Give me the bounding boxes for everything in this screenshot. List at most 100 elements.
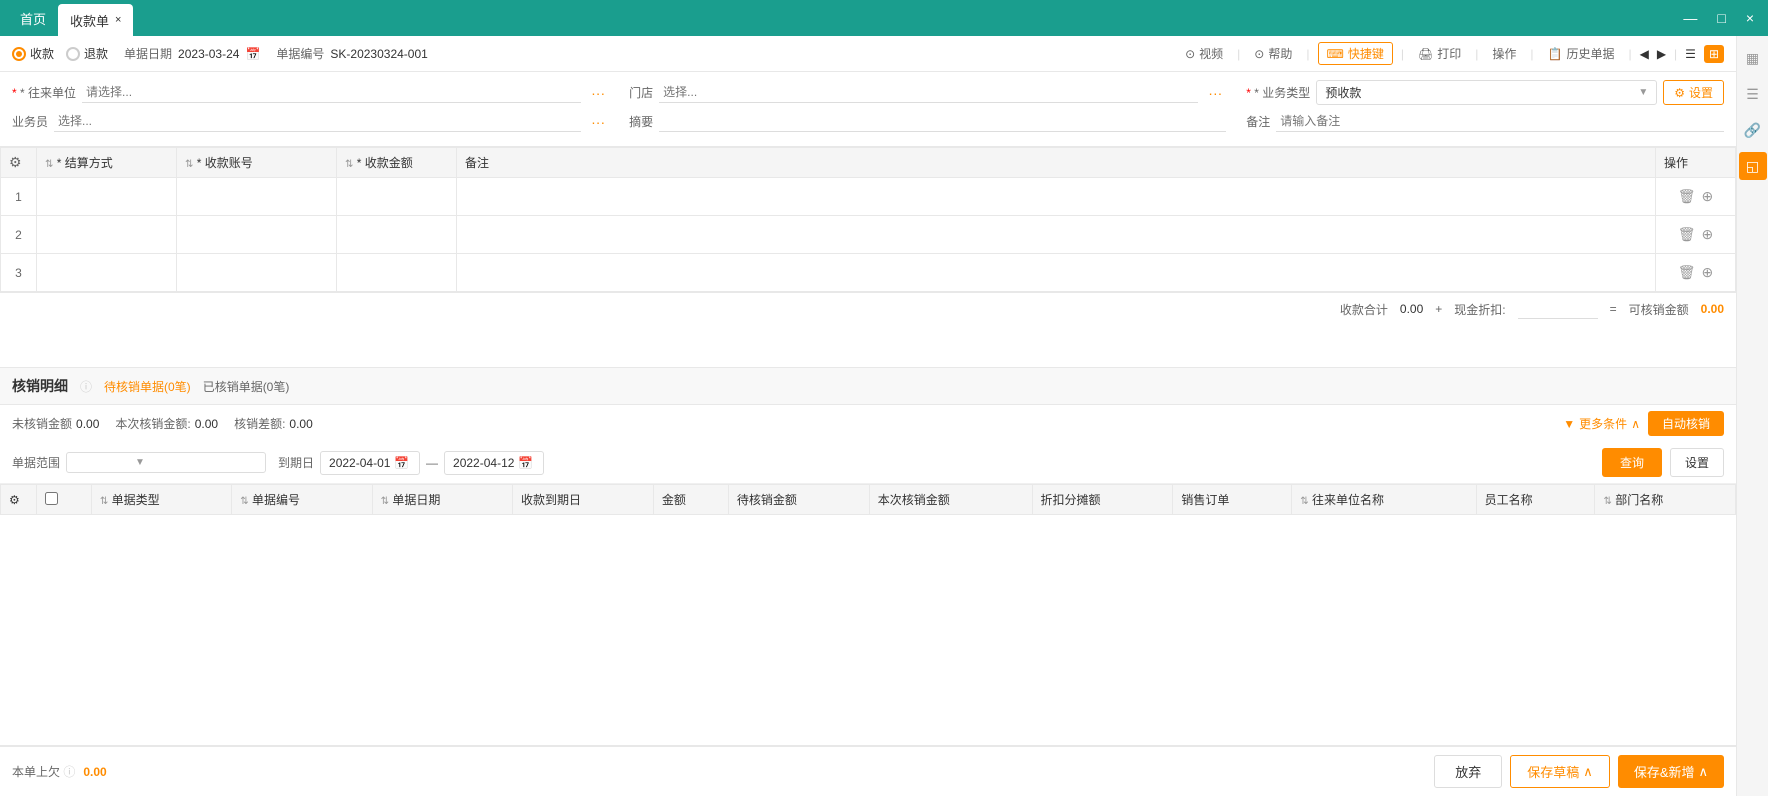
diff-field: 核销差额: 0.00 xyxy=(234,415,313,432)
biz-type-select[interactable]: 预收款 ▼ xyxy=(1316,80,1657,105)
counterparty-more-btn[interactable]: ··· xyxy=(587,85,609,101)
counterparty-field: * * 往来单位 ··· xyxy=(12,82,609,103)
remark-input[interactable] xyxy=(1276,111,1724,132)
date-from-input[interactable]: 2022-04-01 📅 xyxy=(320,451,420,475)
row-note-2[interactable] xyxy=(457,216,1656,254)
receipt-table: ⚙ ⇅ * 结算方式 ⇅ * 收款账号 ⇅ * 收款金额 xyxy=(0,147,1736,292)
nav-left-icon[interactable]: ◀ xyxy=(1640,47,1649,61)
th-due-date: 收款到期日 xyxy=(512,485,653,515)
delete-icon-1[interactable]: 🗑 xyxy=(1678,188,1696,205)
receipt-table-area: ⚙ ⇅ * 结算方式 ⇅ * 收款账号 ⇅ * 收款金额 xyxy=(0,147,1736,367)
verification-header: 核销明细 ⓘ 待核销单据(0笔) 已核销单据(0笔) xyxy=(0,367,1736,405)
table-row: 2 🗑 ⊕ xyxy=(1,216,1736,254)
set-btn[interactable]: 设置 xyxy=(1670,448,1724,477)
row-amount-3[interactable] xyxy=(337,254,457,292)
sidebar-icon-1[interactable]: ▦ xyxy=(1739,44,1767,72)
tab-home[interactable]: 首页 xyxy=(8,0,58,36)
date-to-input[interactable]: 2022-04-12 📅 xyxy=(444,451,544,475)
row-settle-2[interactable] xyxy=(37,216,177,254)
abandon-btn[interactable]: 放弃 xyxy=(1434,755,1502,788)
discount-input[interactable] xyxy=(1518,299,1598,319)
auto-verify-btn[interactable]: 自动核销 xyxy=(1648,411,1724,436)
range-select[interactable]: ▼ xyxy=(66,452,266,473)
table-gear-icon-2[interactable]: ⚙ xyxy=(9,493,20,507)
row-account-1[interactable] xyxy=(177,178,337,216)
calendar-to-icon[interactable]: 📅 xyxy=(518,456,533,470)
info-icon[interactable]: ⓘ xyxy=(80,378,92,395)
gear-icon: ⚙ xyxy=(1674,86,1685,100)
copy-icon-3[interactable]: ⊕ xyxy=(1702,264,1714,281)
th-counterparty: ⇅ 往来单位名称 xyxy=(1292,485,1476,515)
radio-refund[interactable]: 退款 xyxy=(66,45,108,62)
verified-tab[interactable]: 已核销单据(0笔) xyxy=(203,378,290,395)
staff-input[interactable] xyxy=(54,111,581,132)
row-num-3: 3 xyxy=(1,254,37,292)
row-account-2[interactable] xyxy=(177,216,337,254)
help-btn[interactable]: ⊙ 帮助 xyxy=(1248,43,1298,64)
filter-actions: 查询 设置 xyxy=(1602,448,1724,477)
counterparty-input[interactable] xyxy=(82,82,581,103)
video-btn[interactable]: ⊙ 视频 xyxy=(1179,43,1229,64)
settings-btn[interactable]: ⚙ 设置 xyxy=(1663,80,1724,105)
footer-label: 本单上欠 ⓘ xyxy=(12,763,75,780)
row-settle-3[interactable] xyxy=(37,254,177,292)
receivable-value: 0.00 xyxy=(1701,302,1724,316)
date-value: 2023-03-24 xyxy=(178,47,239,61)
sub-right: ▼ 更多条件 ∧ 自动核销 xyxy=(1563,411,1724,436)
staff-more-btn[interactable]: ··· xyxy=(587,114,609,130)
radio-receipt[interactable]: 收款 xyxy=(12,45,54,62)
th-bill-type: ⇅ 单据类型 xyxy=(91,485,231,515)
calendar-from-icon[interactable]: 📅 xyxy=(394,456,409,470)
query-btn[interactable]: 查询 xyxy=(1602,448,1662,477)
calendar-icon[interactable]: 📅 xyxy=(245,47,260,61)
range-field: 单据范围 ▼ xyxy=(12,452,266,473)
th-checkbox-col xyxy=(37,485,92,515)
radio-receipt-dot xyxy=(12,47,26,61)
receipt-type-group: 收款 退款 xyxy=(12,45,108,62)
copy-icon-2[interactable]: ⊕ xyxy=(1702,226,1714,243)
row-note-3[interactable] xyxy=(457,254,1656,292)
summary-field: 摘要 xyxy=(629,111,1226,132)
store-label: 门店 xyxy=(629,84,653,101)
sidebar-icon-4[interactable]: ◱ xyxy=(1739,152,1767,180)
row-account-3[interactable] xyxy=(177,254,337,292)
delete-icon-2[interactable]: 🗑 xyxy=(1678,226,1696,243)
row-note-1[interactable] xyxy=(457,178,1656,216)
save-new-btn[interactable]: 保存&新增 ∧ xyxy=(1618,755,1724,788)
history-btn[interactable]: 📋 历史单据 xyxy=(1541,43,1620,64)
tab-close-icon[interactable]: × xyxy=(115,14,121,26)
layout-list-icon[interactable]: ☰ xyxy=(1685,47,1696,61)
layout-grid-icon[interactable]: ⊞ xyxy=(1704,45,1724,63)
th-settle: ⇅ * 结算方式 xyxy=(37,148,177,178)
shortcut-btn[interactable]: ⌨ 快捷键 xyxy=(1318,42,1393,65)
table-gear-icon[interactable]: ⚙ xyxy=(9,154,22,170)
store-input[interactable] xyxy=(659,82,1198,103)
verification-title: 核销明细 xyxy=(12,376,68,396)
more-conditions-btn[interactable]: ▼ 更多条件 ∧ xyxy=(1563,415,1640,432)
operation-btn[interactable]: 操作 xyxy=(1486,43,1522,64)
sidebar-icon-2[interactable]: ☰ xyxy=(1739,80,1767,108)
row-action-2: 🗑 ⊕ xyxy=(1656,216,1736,254)
store-more-btn[interactable]: ··· xyxy=(1204,85,1226,101)
th-dept: ⇅ 部门名称 xyxy=(1595,485,1736,515)
tab-receipt[interactable]: 收款单 × xyxy=(58,4,133,36)
pending-tab[interactable]: 待核销单据(0笔) xyxy=(104,378,191,395)
nav-right-icon[interactable]: ▶ xyxy=(1657,47,1666,61)
row-action-1: 🗑 ⊕ xyxy=(1656,178,1736,216)
summary-input[interactable] xyxy=(659,111,1226,132)
select-all-checkbox[interactable] xyxy=(45,492,58,505)
row-amount-2[interactable] xyxy=(337,216,457,254)
copy-icon-1[interactable]: ⊕ xyxy=(1702,188,1714,205)
maximize-btn[interactable]: □ xyxy=(1711,8,1731,28)
counterparty-label: * * 往来单位 xyxy=(12,84,76,101)
delete-icon-3[interactable]: 🗑 xyxy=(1678,264,1696,281)
row-settle-1[interactable] xyxy=(37,178,177,216)
close-btn[interactable]: × xyxy=(1740,8,1760,28)
sidebar-icon-3[interactable]: 🔗 xyxy=(1739,116,1767,144)
minimize-btn[interactable]: — xyxy=(1677,8,1703,28)
save-draft-btn[interactable]: 保存草稿 ∧ xyxy=(1510,755,1610,788)
biz-type-label: * * 业务类型 xyxy=(1246,84,1310,101)
row-amount-1[interactable] xyxy=(337,178,457,216)
remark-field: 备注 xyxy=(1246,111,1724,132)
print-btn[interactable]: 🖨 打印 xyxy=(1412,43,1467,64)
